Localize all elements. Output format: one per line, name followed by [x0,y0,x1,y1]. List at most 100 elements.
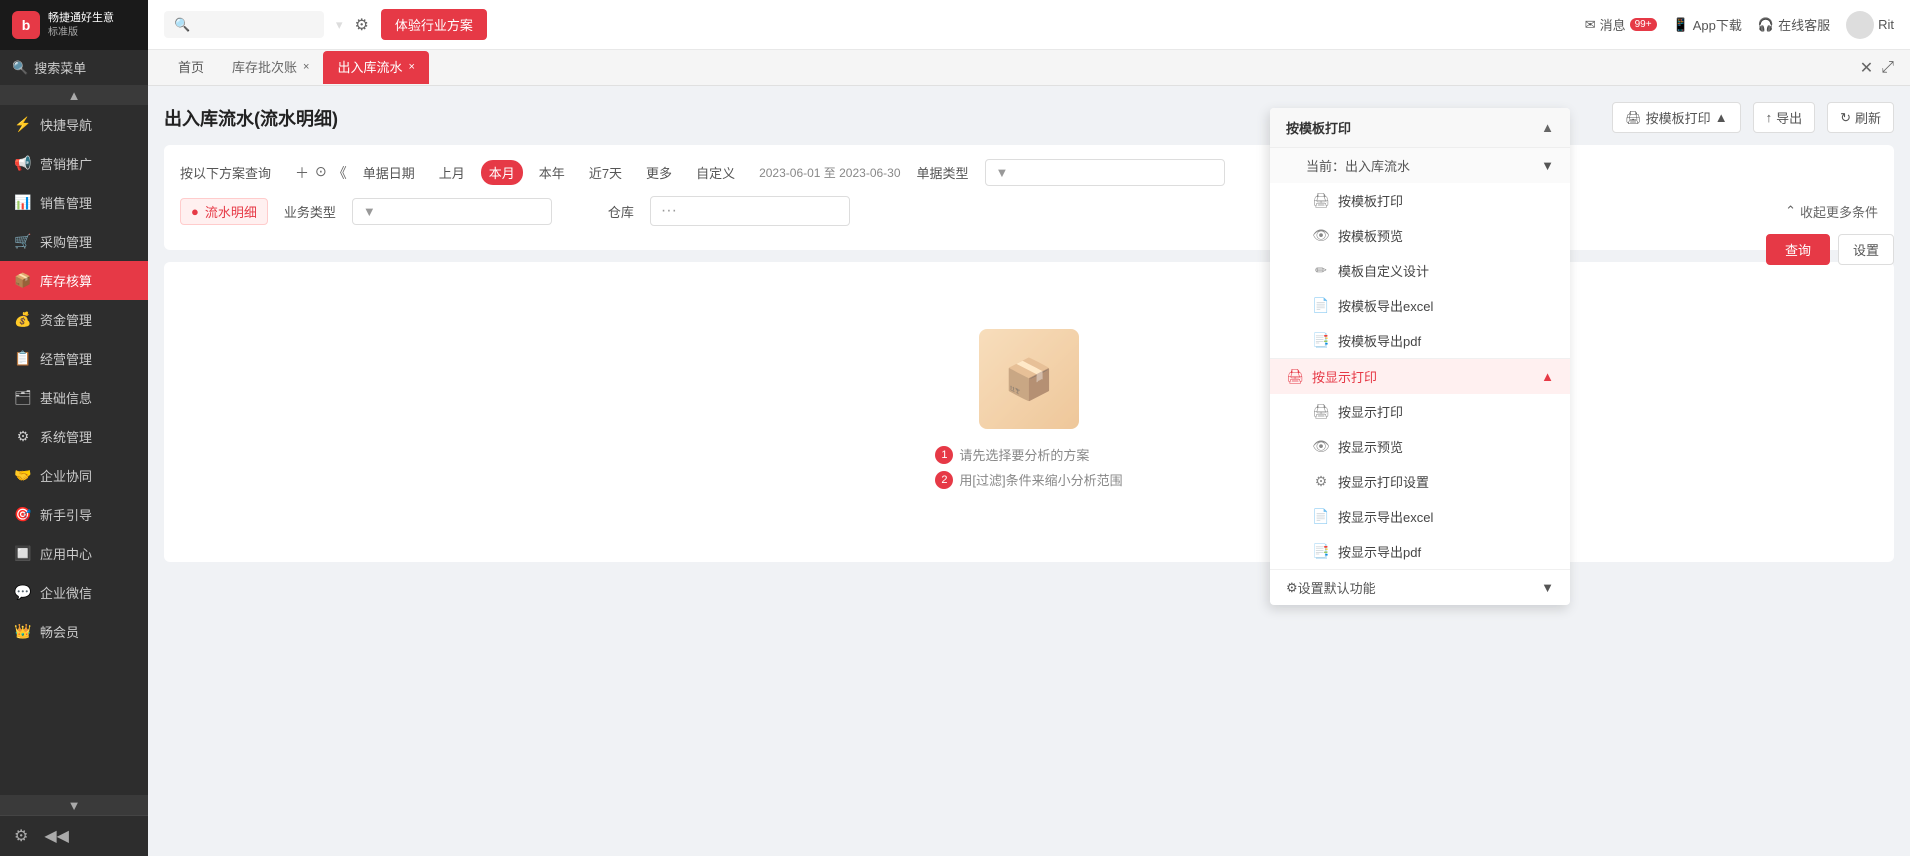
page-title: 出入库流水(流水明细) [164,105,338,131]
print-template-button[interactable]: 🖨 按模板打印 ▲ [1612,102,1740,133]
dropdown-item-display-pdf[interactable]: 📑 按显示导出pdf [1270,534,1570,569]
dropdown-item-display-print[interactable]: 🖨 按显示打印 [1270,394,1570,429]
dropdown-current-item[interactable]: 当前：出入库流水 ▼ [1270,148,1570,183]
empty-illustration: 📦 [979,329,1079,429]
user-avatar-button[interactable]: Rit [1846,11,1894,39]
sidebar-search[interactable]: 🔍 搜索菜单 [0,50,148,85]
wechat-icon: 💬 [14,584,32,601]
filter-collapse-icon[interactable]: 《 [333,163,347,183]
industry-solution-button[interactable]: 体验行业方案 [381,9,487,40]
tab-inventory-batch[interactable]: 库存批次账 × [218,51,323,84]
sidebar-item-purchase[interactable]: 🛒 采购管理 [0,222,148,261]
display-excel-label: 按显示导出excel [1338,507,1433,526]
sidebar-footer: ⚙ ◀◀ [0,815,148,856]
dropdown-item-template-preview[interactable]: 👁 按模板预览 [1270,218,1570,253]
dropdown-item-template-excel[interactable]: 📄 按模板导出excel [1270,288,1570,323]
sidebar-collapse-icon[interactable]: ◀◀ [44,826,69,846]
display-preview-label: 按显示预览 [1338,437,1403,456]
page-actions: 🖨 按模板打印 ▲ ↑ 导出 ↻ 刷新 [1612,102,1894,133]
sidebar-scroll-up[interactable]: ▲ [0,85,148,105]
date-tab-last-month[interactable]: 上月 [431,160,473,185]
date-tab-7days[interactable]: 近7天 [581,160,630,185]
sidebar-item-inventory[interactable]: 📦 库存核算 [0,261,148,300]
tab-stock-flow-close[interactable]: × [408,61,414,73]
topbar-search-box[interactable]: 🔍 [164,11,324,38]
dropdown-item-display-excel[interactable]: 📄 按显示导出excel [1270,499,1570,534]
tab-home[interactable]: 首页 [164,51,218,84]
sidebar-item-guide[interactable]: 🎯 新手引导 [0,495,148,534]
dropdown-display-title-item[interactable]: 🖨 按显示打印 ▲ [1270,359,1570,394]
tab-inventory-batch-close[interactable]: × [303,61,309,73]
date-tab-more[interactable]: 更多 [638,160,680,185]
export-label: 导出 [1776,108,1802,127]
pdf-template-icon: 📑 [1312,332,1330,349]
add-filter-button[interactable]: ＋ [295,163,309,183]
query-button[interactable]: 查询 [1766,234,1830,265]
sidebar-nav: ⚡ 快捷导航 📢 营销推广 📊 销售管理 🛒 采购管理 📦 库存核算 💰 资金管… [0,105,148,795]
sidebar-item-system[interactable]: ⚙ 系统管理 [0,417,148,456]
topbar-search-icon: 🔍 [174,17,190,33]
close-window-icon[interactable]: ✕ [1860,58,1873,78]
display-settings-icon: ⚙ [1312,473,1330,490]
dropdown-item-template-print[interactable]: 🖨 按模板打印 [1270,183,1570,218]
collapse-button[interactable]: ⌃ 收起更多条件 [1785,202,1878,221]
sidebar-item-basic[interactable]: 🗂 基础信息 [0,378,148,417]
date-tab-this-year[interactable]: 本年 [531,160,573,185]
sidebar-item-apps[interactable]: 🔲 应用中心 [0,534,148,573]
collapse-up-icon: ⌃ [1785,203,1796,219]
sales-icon: 📊 [14,194,32,211]
empty-tip-2: 2 用[过滤]条件来缩小分析范围 [935,470,1122,489]
guide-icon: 🎯 [14,506,32,523]
main-content: 🔍 ▾ ⚙ 体验行业方案 ✉ 消息 99+ 📱 App下载 🎧 在线客服 Rit [148,0,1910,856]
tip-text-2: 用[过滤]条件来缩小分析范围 [959,470,1122,489]
filter-panel: 按以下方案查询 ＋ ⊙ 《 单据日期 上月 本月 本年 近7天 更多 自定义 2… [164,145,1894,250]
business-type-select[interactable]: ▼ [352,198,552,225]
sidebar-item-member[interactable]: 👑 畅会员 [0,612,148,651]
sidebar-scroll-down[interactable]: ▼ [0,795,148,815]
dropdown-item-display-settings[interactable]: ⚙ 按显示打印设置 [1270,464,1570,499]
sidebar-item-quick-nav[interactable]: ⚡ 快捷导航 [0,105,148,144]
app-logo-icon: b [12,11,40,39]
sidebar-item-marketing[interactable]: 📢 营销推广 [0,144,148,183]
message-button[interactable]: ✉ 消息 99+ [1585,15,1657,34]
maximize-window-icon[interactable]: ⤢ [1881,59,1894,77]
dropdown-item-template-design[interactable]: ✏ 模板自定义设计 [1270,253,1570,288]
date-tab-this-month[interactable]: 本月 [481,160,523,185]
dropdown-item-display-preview[interactable]: 👁 按显示预览 [1270,429,1570,464]
dropdown-footer-item[interactable]: ⚙ 设置默认功能 ▼ [1270,570,1570,605]
dropdown-header: 按模板打印 ▲ [1270,108,1570,148]
settings-button[interactable]: 设置 [1838,234,1894,265]
dropdown-collapse-icon[interactable]: ▲ [1541,120,1554,135]
doc-type-select[interactable]: ▼ [985,159,1225,186]
refresh-button[interactable]: ↻ 刷新 [1827,102,1894,133]
dropdown-current-arrow: ▼ [1541,158,1554,173]
apps-icon: 🔲 [14,545,32,562]
sidebar-item-operations[interactable]: 📋 经营管理 [0,339,148,378]
warehouse-dots: ··· [661,202,677,220]
sidebar-item-sales[interactable]: 📊 销售管理 [0,183,148,222]
system-icon: ⚙ [14,428,32,445]
warehouse-select[interactable]: ··· [650,196,850,226]
tab-stock-flow[interactable]: 出入库流水 × [323,51,428,84]
online-service-button[interactable]: 🎧 在线客服 [1758,15,1830,34]
app-download-button[interactable]: 📱 App下载 [1673,15,1742,34]
sidebar-item-finance[interactable]: 💰 资金管理 [0,300,148,339]
sidebar-item-wechat[interactable]: 💬 企业微信 [0,573,148,612]
filter-settings-icon[interactable]: ⊙ [315,163,327,183]
headset-icon: 🎧 [1758,17,1774,33]
tip-text-1: 请先选择要分析的方案 [959,445,1089,464]
print-arrow-icon: ▲ [1715,110,1728,125]
date-tab-custom[interactable]: 自定义 [688,160,743,185]
filter-actions: ＋ ⊙ 《 [295,163,347,183]
sidebar-item-enterprise[interactable]: 🤝 企业协同 [0,456,148,495]
enterprise-label: 企业协同 [40,466,92,485]
sidebar-settings-icon[interactable]: ⚙ [14,826,28,846]
dropdown-item-template-pdf[interactable]: 📑 按模板导出pdf [1270,323,1570,358]
filter-tag-stream[interactable]: ● 流水明细 [180,198,268,225]
export-button[interactable]: ↑ 导出 [1753,102,1816,133]
topbar-gear-icon[interactable]: ⚙ [355,15,369,35]
app-name: 畅捷通好生意 [48,11,114,25]
display-section-arrow: ▲ [1541,369,1554,384]
dropdown-title: 按模板打印 [1286,118,1351,137]
marketing-icon: 📢 [14,155,32,172]
